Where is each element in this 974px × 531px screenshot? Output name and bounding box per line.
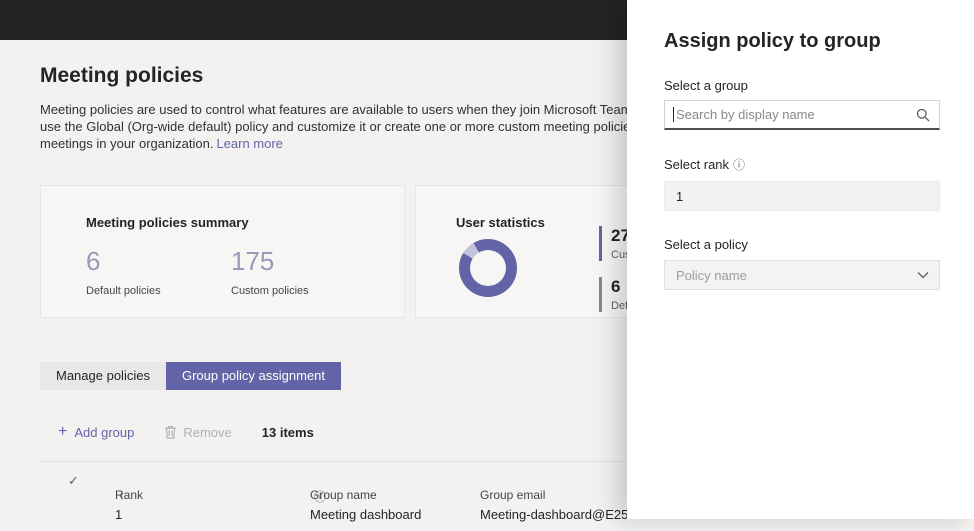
select-all-checkbox[interactable]: ✓: [68, 473, 79, 489]
sort-ascending-icon: ↑: [119, 488, 125, 502]
group-search-input[interactable]: [665, 107, 916, 122]
flyout-title: Assign policy to group: [664, 30, 881, 52]
stat-value: 175: [231, 246, 275, 276]
select-rank-label-row: Select rank ⓘ: [664, 156, 940, 173]
page-description: Meeting policies are used to control wha…: [40, 101, 700, 152]
description-line: meetings in your organization.: [40, 136, 214, 151]
info-icon[interactable]: ⓘ: [733, 156, 745, 173]
group-search-box: [664, 100, 940, 130]
search-icon: [916, 108, 930, 122]
default-policies-stat: 6 Default policies: [86, 246, 231, 297]
cell-group-email: Meeting-dashboard@E25T: [480, 507, 637, 522]
chevron-down-icon: [917, 272, 929, 279]
text-caret: [673, 107, 674, 122]
tab-group-policy-assignment[interactable]: Group policy assignment: [165, 362, 342, 390]
stat-bar-accent: [599, 226, 602, 261]
stat-bar-gray: [599, 277, 602, 312]
stat-label: Custom policies: [231, 285, 309, 297]
description-line: use the Global (Org-wide default) policy…: [40, 119, 631, 134]
select-rank-label: Select rank: [664, 157, 730, 172]
assign-policy-flyout: Assign policy to group Select a group Se…: [627, 0, 974, 519]
add-group-label: Add group: [74, 424, 135, 440]
stat-label: Default policies: [86, 285, 161, 297]
trash-icon: [165, 426, 177, 439]
page-title: Meeting policies: [40, 64, 204, 87]
learn-more-link[interactable]: Learn more: [216, 136, 282, 151]
stat-label: Def: [611, 300, 629, 312]
cell-rank: 1: [115, 507, 123, 522]
remove-label: Remove: [183, 424, 232, 440]
remove-button[interactable]: Remove: [164, 424, 232, 440]
tab-manage-policies[interactable]: Manage policies: [40, 362, 166, 390]
stat-value: 6: [611, 277, 621, 296]
user-stat: 27 Cus: [599, 226, 631, 261]
select-group-label: Select a group: [664, 78, 748, 93]
description-line: Meeting policies are used to control wha…: [40, 102, 632, 117]
user-stat: 6 Def: [599, 277, 631, 312]
policy-dropdown[interactable]: Policy name: [664, 260, 940, 290]
policy-dropdown-placeholder: Policy name: [676, 267, 747, 283]
pivot-tabs: Manage policies Group policy assignment: [40, 362, 342, 390]
group-email-header-label: Group email: [480, 488, 546, 502]
select-policy-label: Select a policy: [664, 237, 748, 252]
card-title: Meeting policies summary: [86, 215, 249, 230]
custom-policies-stat: 175 Custom policies: [231, 246, 376, 297]
items-count: 13 items: [261, 424, 314, 440]
table-toolbar: + Add group Remove 13 items: [40, 417, 314, 447]
plus-icon: +: [58, 423, 68, 440]
stat-value: 6: [86, 246, 101, 276]
rank-input[interactable]: [664, 181, 940, 211]
cell-group-name: Meeting dashboard: [310, 507, 422, 522]
add-group-button[interactable]: + Add group: [58, 424, 134, 440]
donut-chart: [459, 239, 517, 297]
meeting-policies-summary-card: Meeting policies summary 6 Default polic…: [40, 185, 405, 318]
